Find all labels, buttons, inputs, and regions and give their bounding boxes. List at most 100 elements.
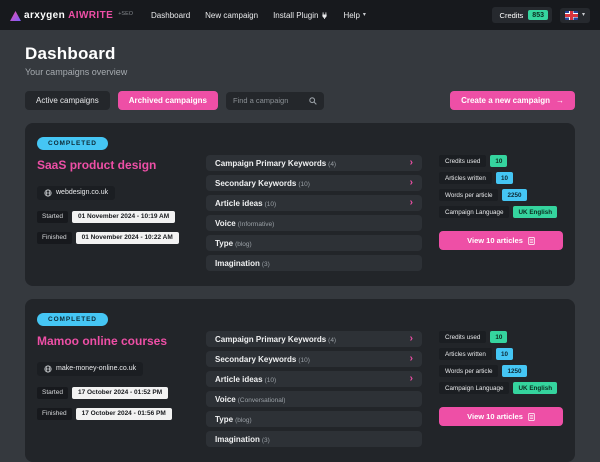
- row-label: Imagination (3): [215, 258, 270, 268]
- stat-campaign-language: Campaign Language UK English: [439, 382, 563, 394]
- row-value: (3): [261, 436, 270, 444]
- stat-label: Articles written: [439, 172, 492, 184]
- campaign-domain-chip[interactable]: make-money-online.co.uk: [37, 361, 144, 376]
- logo[interactable]: arxygen AIWRITE +SEO: [10, 10, 133, 21]
- search-box[interactable]: [225, 91, 324, 110]
- stat-value-badge: 10: [495, 348, 513, 360]
- accordion-label: Secondary Keywords (10): [215, 178, 310, 188]
- accordion-article-ideas[interactable]: Article ideas (10) ›: [206, 195, 422, 211]
- accordion-secondary-keywords[interactable]: Secondary Keywords (10) ›: [206, 175, 422, 191]
- nav-help-label: Help: [343, 10, 360, 20]
- started-row: Started 01 November 2024 - 10:19 AM: [37, 210, 189, 223]
- stat-label: Articles written: [439, 348, 492, 360]
- finished-row: Finished 17 October 2024 - 01:56 PM: [37, 407, 189, 420]
- accordion-label: Secondary Keywords (10): [215, 354, 310, 364]
- topbar-right: Credits 853 ▾: [491, 7, 590, 23]
- globe-icon: [44, 365, 52, 373]
- accordion-label: Article ideas (10): [215, 198, 277, 208]
- stat-label: Words per article: [439, 365, 499, 377]
- accordion-secondary-keywords[interactable]: Secondary Keywords (10) ›: [206, 351, 422, 367]
- stat-label: Credits used: [439, 331, 487, 343]
- status-badge: COMPLETED: [37, 313, 108, 326]
- campaign-title: SaaS product design: [37, 158, 157, 172]
- accordion-label: Campaign Primary Keywords (4): [215, 158, 337, 168]
- stat-value-badge: UK English: [513, 382, 558, 394]
- globe-icon: [44, 189, 52, 197]
- document-icon: [528, 236, 535, 245]
- campaign-domain: make-money-online.co.uk: [56, 365, 137, 373]
- create-campaign-button[interactable]: Create a new campaign →: [450, 91, 575, 110]
- page-title: Dashboard: [25, 44, 116, 63]
- card-grid: Mamoo online courses make-money-online.c…: [37, 331, 563, 451]
- flag-icon: [564, 10, 578, 20]
- row-label: Imagination (3): [215, 434, 270, 444]
- stat-label: Campaign Language: [439, 206, 510, 218]
- chevron-right-icon: ›: [409, 373, 413, 384]
- logo-suffix: +SEO: [118, 10, 134, 17]
- row-label: Type (blog): [215, 238, 252, 248]
- status-badge: COMPLETED: [37, 137, 108, 150]
- stat-label: Campaign Language: [439, 382, 510, 394]
- row-value: (blog): [235, 240, 252, 248]
- nav-new-campaign[interactable]: New campaign: [205, 11, 258, 20]
- stat-value-badge: 1250: [502, 365, 527, 377]
- stat-articles-written: Articles written 10: [439, 172, 563, 184]
- view-articles-button[interactable]: View 10 articles: [439, 407, 563, 426]
- accordion-count: (4): [328, 336, 337, 344]
- search-input[interactable]: [232, 96, 305, 105]
- accordion-primary-keywords[interactable]: Campaign Primary Keywords (4) ›: [206, 155, 422, 171]
- nav-dashboard[interactable]: Dashboard: [151, 11, 190, 20]
- stat-credits-used: Credits used 10: [439, 155, 563, 167]
- accordion-article-ideas[interactable]: Article ideas (10) ›: [206, 371, 422, 387]
- chevron-right-icon: ›: [409, 157, 413, 168]
- topbar: arxygen AIWRITE +SEO Dashboard New campai…: [0, 0, 600, 30]
- finished-label: Finished: [37, 407, 72, 420]
- row-imagination: Imagination (3): [206, 431, 422, 447]
- view-articles-label: View 10 articles: [467, 236, 523, 245]
- stat-label: Words per article: [439, 189, 499, 201]
- accordion-count: (10): [264, 376, 277, 384]
- chevron-down-icon: ▾: [581, 12, 585, 18]
- row-voice: Voice (Informative): [206, 215, 422, 231]
- logo-brand: arxygen: [24, 9, 66, 21]
- finished-value: 17 October 2024 - 01:56 PM: [75, 407, 172, 420]
- accordion-count: (10): [298, 180, 310, 188]
- create-campaign-label: Create a new campaign: [461, 96, 550, 105]
- stat-value-badge: 10: [490, 155, 508, 167]
- started-value: 17 October 2024 - 01:52 PM: [71, 386, 169, 399]
- credits-pill[interactable]: Credits 853: [491, 7, 552, 23]
- stat-value-badge: 10: [495, 172, 513, 184]
- tabs-row: Active campaigns Archived campaigns Crea…: [25, 91, 575, 110]
- stat-words-per-article: Words per article 1250: [439, 365, 563, 377]
- chevron-right-icon: ›: [409, 353, 413, 364]
- row-value: (3): [261, 260, 270, 268]
- nav-install-plugin[interactable]: Install Plugin: [273, 11, 328, 20]
- document-icon: [528, 412, 535, 421]
- started-label: Started: [37, 386, 68, 399]
- campaign-title: Mamoo online courses: [37, 334, 168, 348]
- chevron-right-icon: ›: [409, 177, 413, 188]
- stat-value-badge: 2250: [502, 189, 527, 201]
- campaign-domain-chip[interactable]: webdesign.co.uk: [37, 185, 116, 200]
- stat-words-per-article: Words per article 2250: [439, 189, 563, 201]
- view-articles-button[interactable]: View 10 articles: [439, 231, 563, 250]
- row-label: Voice (Conversational): [215, 394, 286, 404]
- started-label: Started: [37, 210, 68, 223]
- accordion-count: (10): [264, 200, 277, 208]
- tab-active-campaigns[interactable]: Active campaigns: [25, 91, 110, 110]
- campaign-domain: webdesign.co.uk: [56, 189, 109, 197]
- chevron-down-icon: ▾: [362, 12, 366, 18]
- page-subtitle: Your campaigns overview: [25, 67, 128, 77]
- credits-value-badge: 853: [528, 10, 548, 20]
- view-articles-label: View 10 articles: [467, 412, 523, 421]
- accordion-primary-keywords[interactable]: Campaign Primary Keywords (4) ›: [206, 331, 422, 347]
- campaign-card: COMPLETED Mamoo online courses make-mone…: [25, 299, 575, 462]
- tab-archived-campaigns[interactable]: Archived campaigns: [117, 91, 218, 110]
- campaign-stats-column: Credits used 10 Articles written 10 Word…: [439, 331, 563, 451]
- plugin-icon: [321, 11, 328, 19]
- accordion-label: Article ideas (10): [215, 374, 277, 384]
- finished-value: 01 November 2024 - 10:22 AM: [75, 231, 179, 244]
- nav-help[interactable]: Help ▾: [343, 11, 365, 20]
- user-menu[interactable]: ▾: [559, 7, 590, 23]
- logo-product: AIWRITE: [68, 9, 114, 21]
